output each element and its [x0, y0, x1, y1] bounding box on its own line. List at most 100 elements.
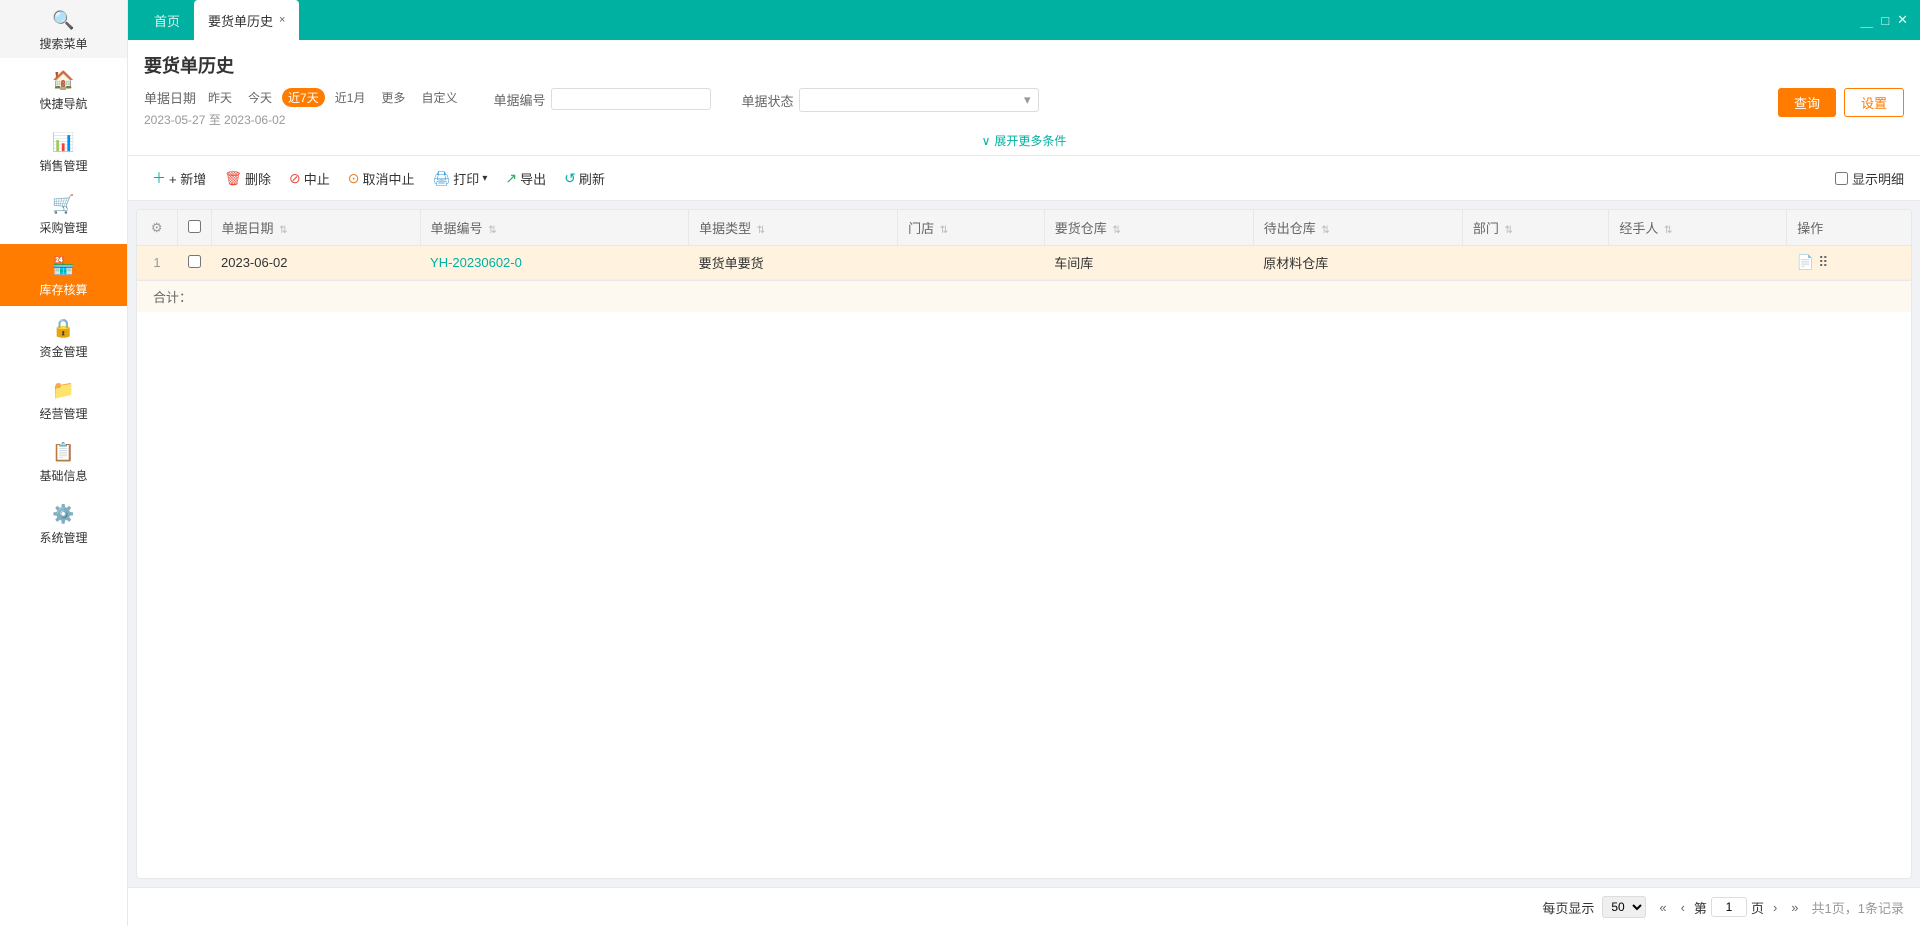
first-page-btn[interactable]: « — [1654, 898, 1671, 917]
status-label: 单据状态 — [741, 91, 793, 110]
sidebar-item-label: 销售管理 — [39, 157, 87, 174]
toolbar: ＋ + 新增 🗑 删除 ⊘ 中止 ⊙ 取消中止 🖨 打印 ▾ ↗ — [128, 156, 1920, 201]
page-input[interactable] — [1711, 897, 1747, 917]
row-more-btn[interactable]: ⠿ — [1818, 254, 1828, 271]
sort-store-icon: ⇅ — [940, 225, 948, 236]
col-date[interactable]: 单据日期 ⇅ — [211, 210, 420, 246]
sidebar-item-sales[interactable]: 📊 销售管理 — [0, 120, 127, 182]
sidebar-item-finance[interactable]: 🔒 资金管理 — [0, 306, 127, 368]
table-row: 1 2023-06-02 YH-20230602-0 要货单要货 车间库 原材料… — [137, 246, 1911, 280]
last-page-btn[interactable]: » — [1786, 898, 1803, 917]
sidebar-item-operations[interactable]: 📁 经营管理 — [0, 368, 127, 430]
shortcut-more[interactable]: 更多 — [375, 88, 411, 107]
sidebar-item-system[interactable]: ⚙️ 系统管理 — [0, 492, 127, 554]
minimize-btn[interactable]: ＿ — [1860, 11, 1873, 30]
col-settings[interactable]: ⚙ — [137, 210, 177, 246]
col-handler[interactable]: 经手人 ⇅ — [1609, 210, 1787, 246]
table-area: ⚙ 单据日期 ⇅ 单据编号 ⇅ 单据类型 — [136, 209, 1912, 879]
col-department[interactable]: 部门 ⇅ — [1462, 210, 1609, 246]
home-icon: 🏠 — [52, 70, 74, 91]
sidebar-item-label: 采购管理 — [39, 219, 87, 236]
chevron-down-icon: ∨ — [982, 134, 991, 148]
row-order-type: 要货单要货 — [689, 246, 898, 280]
sort-reqwarehouse-icon: ⇅ — [1112, 225, 1120, 236]
gear-icon: ⚙️ — [52, 504, 74, 525]
row-checkbox[interactable] — [188, 255, 201, 268]
date-filter-label: 单据日期 — [144, 88, 196, 107]
export-button[interactable]: ↗ 导出 — [497, 165, 554, 192]
expand-more-btn[interactable]: ∨ 展开更多条件 — [144, 128, 1904, 155]
maximize-btn[interactable]: □ — [1881, 13, 1889, 28]
print-button[interactable]: 🖨 打印 ▾ — [425, 165, 496, 192]
tab-requisition-history[interactable]: 要货单历史 × — [194, 0, 299, 40]
page-header: 要货单历史 单据日期 昨天 今天 近7天 近1月 更多 自定义 — [128, 40, 1920, 156]
tab-active-label: 要货单历史 — [208, 11, 273, 30]
lock-icon: 🔒 — [52, 318, 74, 339]
filter-actions: 查询 设置 — [1778, 88, 1904, 117]
date-shortcuts: 昨天 今天 近7天 近1月 更多 自定义 — [202, 88, 463, 107]
row-checkbox-cell[interactable] — [177, 246, 211, 280]
row-order-no[interactable]: YH-20230602-0 — [420, 246, 689, 280]
print-label: 打印 — [453, 169, 479, 188]
page-size-select[interactable]: 50 — [1602, 896, 1646, 918]
next-page-btn[interactable]: › — [1768, 898, 1782, 917]
sidebar-item-base-info[interactable]: 📋 基础信息 — [0, 430, 127, 492]
row-edit-btn[interactable]: 📄 — [1797, 254, 1814, 271]
sidebar-item-inventory[interactable]: 🏪 库存核算 — [0, 244, 127, 306]
select-all-checkbox[interactable] — [188, 220, 201, 233]
tab-home[interactable]: 首页 — [140, 0, 194, 40]
sidebar: 🔍 搜索菜单 🏠 快捷导航 📊 销售管理 🛒 采购管理 🏪 库存核算 🔒 资金管… — [0, 0, 128, 926]
refresh-label: 刷新 — [579, 169, 605, 188]
total-info: 共1页，1条记录 — [1812, 898, 1904, 917]
page-navigation: « ‹ 第 页 › » — [1654, 897, 1803, 917]
topbar: 首页 要货单历史 × ＿ □ ✕ — [128, 0, 1920, 40]
refresh-button[interactable]: ↺ 刷新 — [556, 165, 613, 192]
shortcut-7days[interactable]: 近7天 — [282, 88, 325, 107]
col-order-no[interactable]: 单据编号 ⇅ — [420, 210, 689, 246]
add-label: + 新增 — [169, 169, 206, 188]
summary-bar: 合计： — [137, 280, 1911, 312]
sort-handler-icon: ⇅ — [1664, 225, 1672, 236]
content-area: 要货单历史 单据日期 昨天 今天 近7天 近1月 更多 自定义 — [128, 40, 1920, 926]
order-no-link[interactable]: YH-20230602-0 — [430, 255, 522, 270]
print-chevron-icon: ▾ — [482, 173, 487, 184]
stop-button[interactable]: ⊘ 中止 — [281, 165, 338, 192]
page-title: 要货单历史 — [144, 52, 1904, 78]
row-store — [898, 246, 1045, 280]
delete-label: 删除 — [245, 169, 271, 188]
settings-button[interactable]: 设置 — [1844, 88, 1904, 117]
col-pending-warehouse[interactable]: 待出仓库 ⇅ — [1253, 210, 1462, 246]
sidebar-item-purchase[interactable]: 🛒 采购管理 — [0, 182, 127, 244]
delete-button[interactable]: 🗑 删除 — [216, 165, 279, 192]
close-tab-icon[interactable]: × — [279, 14, 285, 26]
shortcut-today[interactable]: 今天 — [242, 88, 278, 107]
sort-pendingwarehouse-icon: ⇅ — [1321, 225, 1329, 236]
sort-orderno-icon: ⇅ — [488, 225, 496, 236]
refresh-icon: ↺ — [564, 170, 576, 187]
shortcut-custom[interactable]: 自定义 — [415, 88, 463, 107]
sidebar-item-quick-nav[interactable]: 🏠 快捷导航 — [0, 58, 127, 120]
date-filter-group: 单据日期 昨天 今天 近7天 近1月 更多 自定义 2023-05-27 至 2… — [144, 88, 463, 128]
shortcut-yesterday[interactable]: 昨天 — [202, 88, 238, 107]
col-store[interactable]: 门店 ⇅ — [898, 210, 1045, 246]
col-req-warehouse[interactable]: 要货仓库 ⇅ — [1044, 210, 1253, 246]
query-button[interactable]: 查询 — [1778, 88, 1836, 117]
sidebar-item-search[interactable]: 🔍 搜索菜单 — [0, 0, 127, 58]
display-detail-checkbox[interactable] — [1835, 172, 1848, 185]
row-num: 1 — [137, 246, 177, 280]
row-req-warehouse: 车间库 — [1044, 246, 1253, 280]
add-button[interactable]: ＋ + 新增 — [144, 164, 214, 192]
sidebar-item-label: 搜索菜单 — [39, 35, 87, 52]
status-select[interactable]: ▾ — [799, 88, 1039, 112]
requisition-table: ⚙ 单据日期 ⇅ 单据编号 ⇅ 单据类型 — [137, 210, 1911, 280]
cancel-stop-button[interactable]: ⊙ 取消中止 — [340, 165, 423, 192]
col-order-type[interactable]: 单据类型 ⇅ — [689, 210, 898, 246]
order-no-input[interactable] — [551, 88, 711, 110]
window-close-btn[interactable]: ✕ — [1897, 12, 1908, 28]
display-detail-toggle[interactable]: 显示明细 — [1835, 169, 1904, 188]
stop-label: 中止 — [304, 169, 330, 188]
prev-page-btn[interactable]: ‹ — [1676, 898, 1690, 917]
shortcut-1month[interactable]: 近1月 — [329, 88, 372, 107]
sidebar-item-label: 基础信息 — [39, 467, 87, 484]
sidebar-item-label: 库存核算 — [39, 281, 87, 298]
